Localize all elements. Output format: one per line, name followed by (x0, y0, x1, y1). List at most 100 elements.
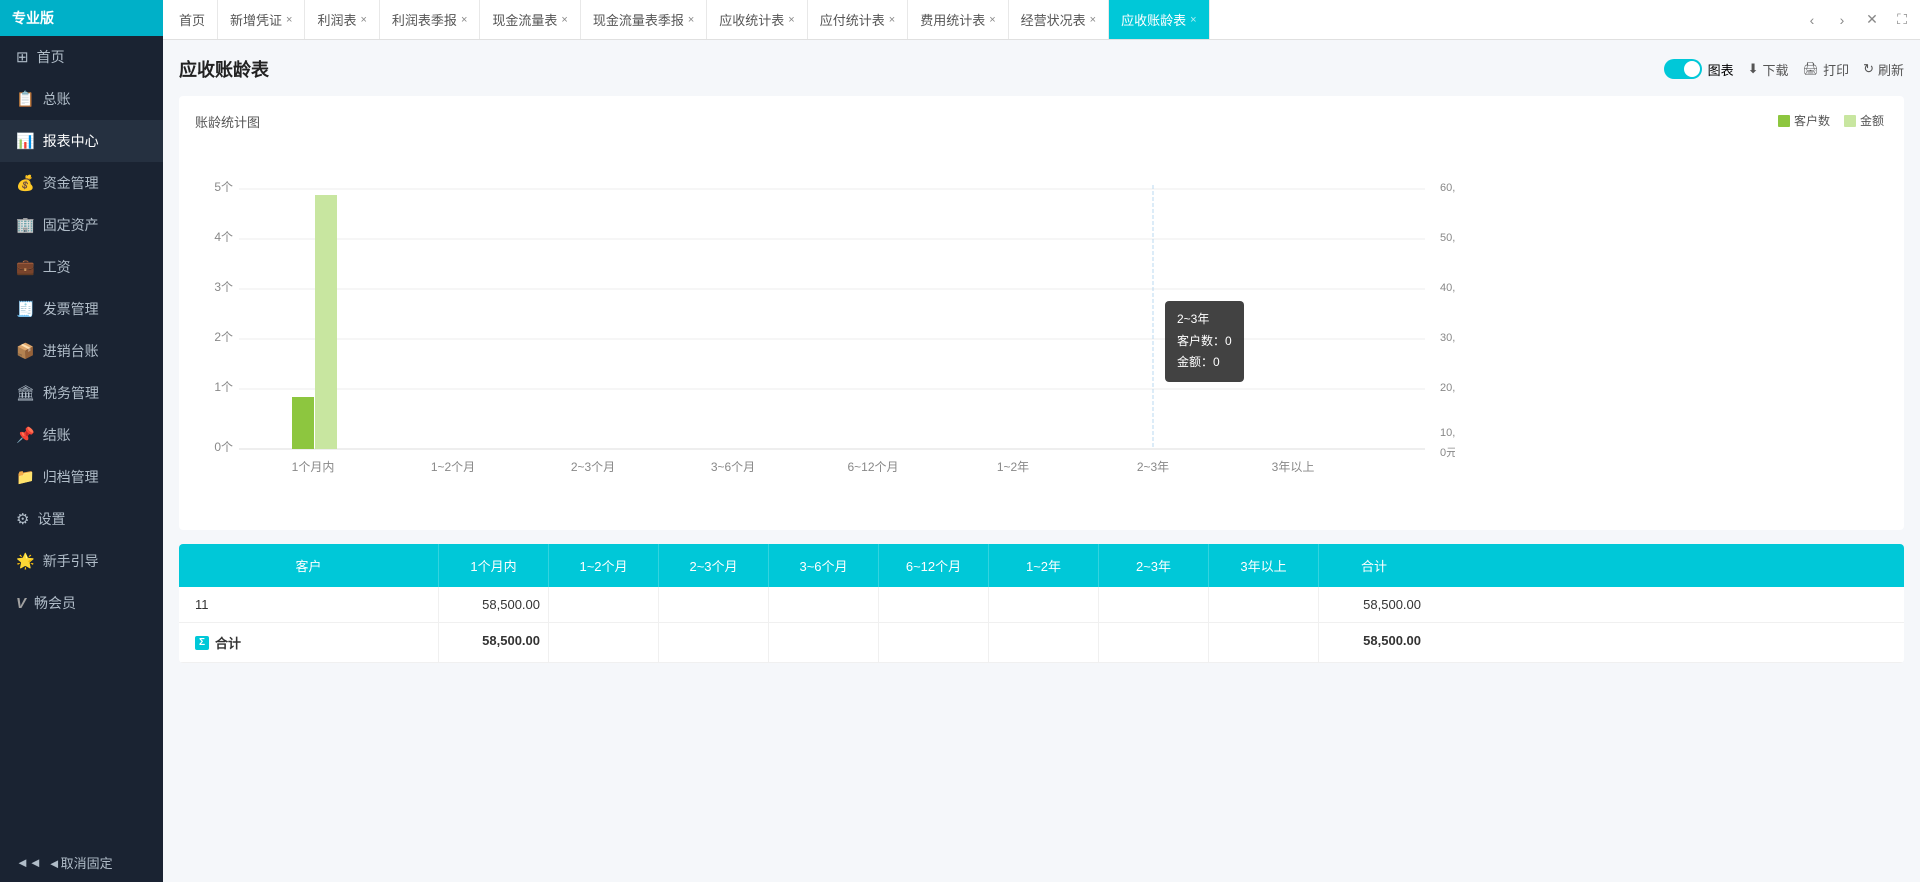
tab-label-business: 经营状况表 (1021, 10, 1086, 29)
tax-icon: 🏛 (16, 384, 35, 402)
tab-close-voucher[interactable]: × (286, 14, 292, 26)
sidebar-item-inout[interactable]: 📦 进销台账 (0, 330, 163, 372)
tab-close-cashflow[interactable]: × (561, 14, 567, 26)
reports-icon: 📊 (16, 132, 35, 150)
svg-text:0元: 0元 (1440, 447, 1455, 459)
td-total-m1: 58,500.00 (439, 623, 549, 662)
td-m1-0: 58,500.00 (439, 587, 549, 622)
svg-text:2~3个月: 2~3个月 (571, 460, 615, 474)
th-m3: 2~3个月 (659, 544, 769, 587)
bar-amount-0 (315, 195, 337, 449)
tab-expense[interactable]: 费用统计表 × (908, 0, 1008, 40)
td-total-m8 (1209, 623, 1319, 662)
sidebar-label-assets: 固定资产 (43, 215, 99, 235)
page-title: 应收账龄表 (179, 56, 269, 82)
refresh-btn[interactable]: ↻ 刷新 (1863, 60, 1904, 79)
tab-close-profit-q[interactable]: × (461, 14, 467, 26)
data-table: 客户 1个月内 1~2个月 2~3个月 3~6个月 6~12个月 1~2年 2~… (179, 544, 1904, 663)
tab-maximize-btn[interactable]: ⛶ (1888, 6, 1916, 34)
tab-cashflow-q[interactable]: 现金流量表季报 × (581, 0, 707, 40)
svg-text:30,000.00元: 30,000.00元 (1440, 332, 1455, 344)
sidebar-label-reports: 报表中心 (43, 131, 99, 151)
svg-text:3~6个月: 3~6个月 (711, 460, 755, 474)
sidebar-item-vip[interactable]: V 畅会员 (0, 582, 163, 624)
chart-toggle[interactable] (1664, 59, 1702, 79)
tab-label-home: 首页 (179, 10, 205, 29)
svg-text:4个: 4个 (214, 230, 233, 244)
tab-close-profit[interactable]: × (360, 14, 366, 26)
svg-text:5个: 5个 (214, 180, 233, 194)
sidebar-label-tax: 税务管理 (43, 383, 99, 403)
sidebar-item-reports[interactable]: 📊 报表中心 (0, 120, 163, 162)
chart-svg-wrap: 5个 4个 3个 2个 1个 0个 60,000.00元 50,000.00元 … (195, 141, 1888, 514)
inout-icon: 📦 (16, 342, 35, 360)
tab-nav-buttons: ‹ › ✕ ⛶ (1798, 6, 1916, 34)
svg-text:2~3年: 2~3年 (1137, 460, 1169, 474)
sidebar-unpin-btn[interactable]: ◄◄ ◄取消固定 (0, 843, 163, 882)
sidebar-item-funds[interactable]: 💰 资金管理 (0, 162, 163, 204)
tab-bar: 首页 新增凭证 × 利润表 × 利润表季报 × 现金流量表 × 现金流量表季报 … (163, 0, 1920, 40)
sidebar-label-settings: 设置 (37, 509, 65, 529)
svg-text:3个: 3个 (214, 280, 233, 294)
sidebar-item-settings[interactable]: ⚙ 设置 (0, 498, 163, 540)
tab-label-ar-stat: 应收统计表 (719, 10, 784, 29)
tab-ar-stat[interactable]: 应收统计表 × (707, 0, 807, 40)
svg-text:1~2个月: 1~2个月 (431, 460, 475, 474)
sidebar-label-funds: 资金管理 (43, 173, 99, 193)
sidebar-label-closing: 结账 (43, 425, 71, 445)
sidebar-item-guide[interactable]: 🌟 新手引导 (0, 540, 163, 582)
invoice-icon: 🧾 (16, 300, 35, 318)
download-icon: ⬇ (1748, 61, 1759, 77)
tab-ar-aging[interactable]: 应收账龄表 × (1109, 0, 1209, 40)
tab-profit-q[interactable]: 利润表季报 × (380, 0, 480, 40)
tab-business[interactable]: 经营状况表 × (1009, 0, 1109, 40)
sidebar-label-guide: 新手引导 (43, 551, 99, 571)
download-btn[interactable]: ⬇ 下载 (1748, 60, 1789, 79)
svg-text:1个月内: 1个月内 (292, 460, 335, 474)
td-m3-0 (659, 587, 769, 622)
guide-icon: 🌟 (16, 552, 35, 570)
tab-next-btn[interactable]: › (1828, 6, 1856, 34)
sidebar-item-tax[interactable]: 🏛 税务管理 (0, 372, 163, 414)
tab-close-btn[interactable]: ✕ (1858, 6, 1886, 34)
td-m7-0 (1099, 587, 1209, 622)
legend-amount-label: 金额 (1860, 112, 1884, 129)
tab-prev-btn[interactable]: ‹ (1798, 6, 1826, 34)
svg-text:50,000.00元: 50,000.00元 (1440, 232, 1455, 244)
tab-home[interactable]: 首页 (167, 0, 218, 40)
print-btn[interactable]: 🖨 打印 (1803, 60, 1850, 79)
sidebar-item-ledger[interactable]: 📋 总账 (0, 78, 163, 120)
tab-label-voucher: 新增凭证 (230, 10, 282, 29)
sidebar-item-invoice[interactable]: 🧾 发票管理 (0, 288, 163, 330)
tab-ap-stat[interactable]: 应付统计表 × (808, 0, 908, 40)
main-area: 首页 新增凭证 × 利润表 × 利润表季报 × 现金流量表 × 现金流量表季报 … (163, 0, 1920, 882)
chart-toggle-wrap[interactable]: 图表 (1664, 59, 1734, 79)
td-total-m7 (1099, 623, 1209, 662)
legend-customers: 客户数 (1778, 112, 1830, 129)
tab-close-business[interactable]: × (1090, 14, 1096, 26)
sidebar-item-assets[interactable]: 🏢 固定资产 (0, 204, 163, 246)
svg-text:40,000.00元: 40,000.00元 (1440, 282, 1455, 294)
legend-amount-dot (1844, 115, 1856, 127)
legend-customers-dot (1778, 115, 1790, 127)
tab-close-ar-stat[interactable]: × (788, 14, 794, 26)
td-total-sum: 58,500.00 (1319, 623, 1429, 662)
tab-close-expense[interactable]: × (989, 14, 995, 26)
unpin-icon: ◄◄ (16, 855, 42, 870)
sidebar-item-closing[interactable]: 📌 结账 (0, 414, 163, 456)
tab-voucher[interactable]: 新增凭证 × (218, 0, 305, 40)
tab-cashflow[interactable]: 现金流量表 × (480, 0, 580, 40)
sidebar-item-archive[interactable]: 📁 归档管理 (0, 456, 163, 498)
sidebar-label-vip: 畅会员 (34, 593, 76, 613)
sidebar-item-salary[interactable]: 💼 工资 (0, 246, 163, 288)
table-total-row: Σ 合计 58,500.00 58,500.00 (179, 623, 1904, 663)
tab-close-cashflow-q[interactable]: × (688, 14, 694, 26)
tab-profit[interactable]: 利润表 × (305, 0, 379, 40)
sidebar-item-home[interactable]: ⊞ 首页 (0, 36, 163, 78)
svg-text:60,000.00元: 60,000.00元 (1440, 182, 1455, 194)
tab-close-ap-stat[interactable]: × (889, 14, 895, 26)
td-m8-0 (1209, 587, 1319, 622)
tab-close-ar-aging[interactable]: × (1190, 14, 1196, 26)
svg-text:0个: 0个 (214, 440, 233, 454)
app-logo: 专业版 (0, 0, 163, 36)
